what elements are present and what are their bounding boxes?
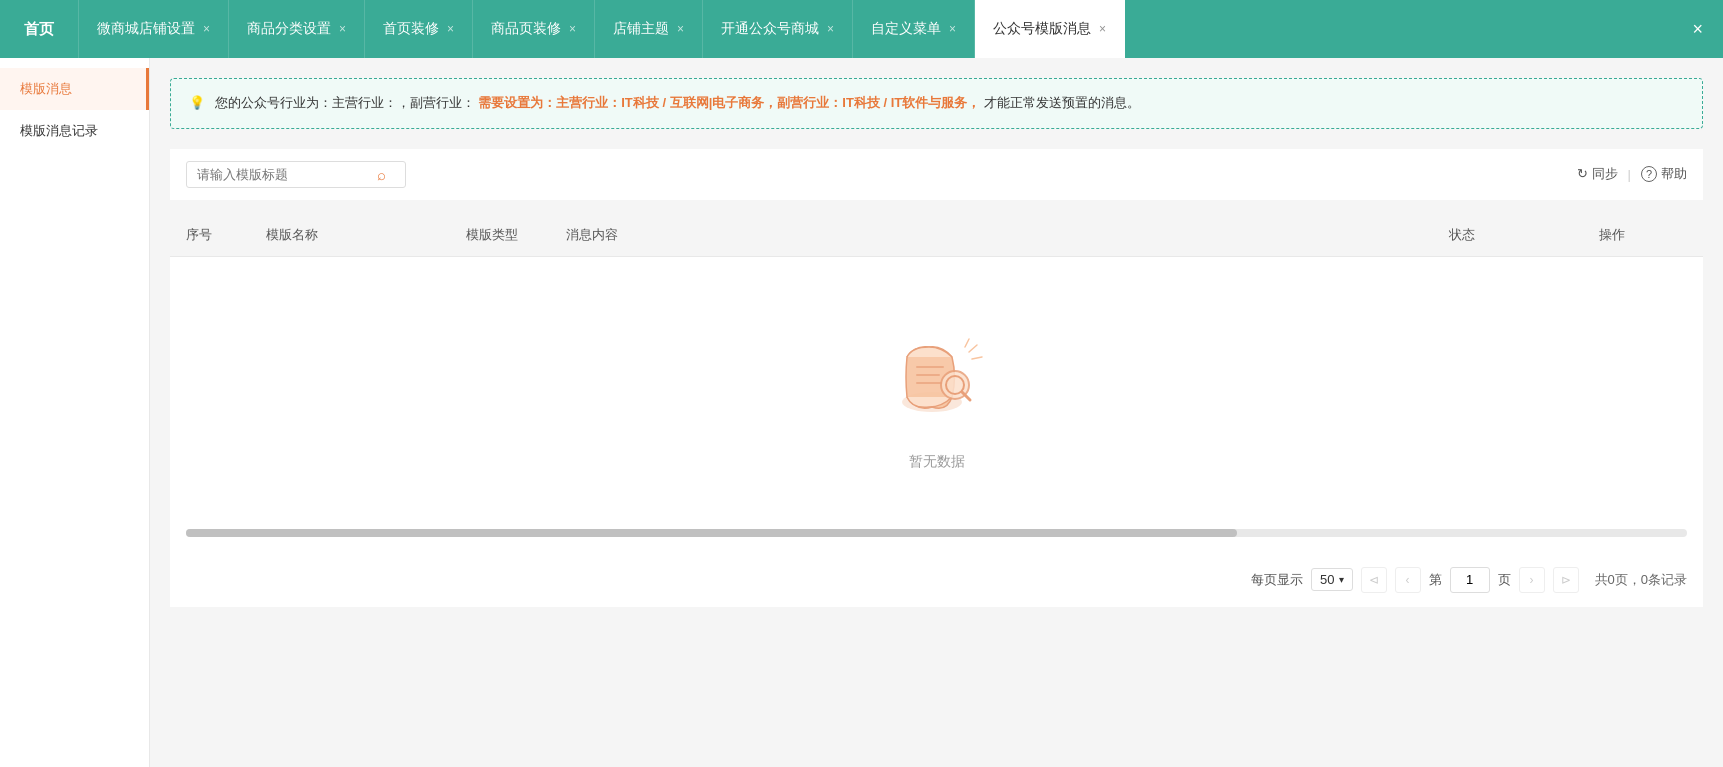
sync-icon: ↻ bbox=[1577, 166, 1588, 181]
search-icon[interactable]: ⌕ bbox=[377, 166, 386, 183]
chevron-down-icon: ▾ bbox=[1339, 574, 1344, 585]
nav-tab-close[interactable]: × bbox=[203, 22, 210, 36]
alert-icon: 💡 bbox=[189, 95, 205, 110]
scroll-track[interactable] bbox=[186, 529, 1687, 537]
nav-tab-template-msg[interactable]: 公众号模版消息 × bbox=[975, 0, 1125, 58]
sidebar: 模版消息 模版消息记录 bbox=[0, 58, 150, 767]
page-size-label: 每页显示 bbox=[1251, 571, 1303, 589]
next-page-button[interactable]: › bbox=[1519, 567, 1545, 593]
total-info: 共0页，0条记录 bbox=[1595, 571, 1687, 589]
col-header-content: 消息内容 bbox=[550, 214, 1433, 257]
first-page-button[interactable]: ⊲ bbox=[1361, 567, 1387, 593]
alert-suffix: 才能正常发送预置的消息。 bbox=[984, 95, 1140, 110]
close-all-icon: × bbox=[1692, 19, 1703, 40]
nav-tab-label: 微商城店铺设置 bbox=[97, 20, 195, 38]
page-suffix-label: 页 bbox=[1498, 571, 1511, 589]
alert-prefix: 您的公众号行业为：主营行业：，副营行业： bbox=[215, 95, 475, 110]
alert-box: 💡 您的公众号行业为：主营行业：，副营行业： 需要设置为：主营行业：IT科技 /… bbox=[170, 78, 1703, 129]
nav-tab-close[interactable]: × bbox=[1099, 22, 1106, 36]
scroll-container bbox=[170, 529, 1703, 553]
top-nav: 首页 微商城店铺设置 × 商品分类设置 × 首页装修 × 商品页装修 × 店铺主… bbox=[0, 0, 1723, 58]
col-header-type: 模版类型 bbox=[450, 214, 550, 257]
pagination: 每页显示 50 ▾ ⊲ ‹ 第 页 › ⊳ 共0页，0条记录 bbox=[170, 553, 1703, 607]
prev-page-button[interactable]: ‹ bbox=[1395, 567, 1421, 593]
svg-line-8 bbox=[972, 357, 982, 359]
data-table: 序号 模版名称 模版类型 消息内容 状态 操作 bbox=[170, 214, 1703, 257]
svg-line-7 bbox=[969, 345, 977, 352]
page-size-select[interactable]: 50 ▾ bbox=[1311, 568, 1352, 591]
nav-tab-shop-settings[interactable]: 微商城店铺设置 × bbox=[79, 0, 229, 58]
nav-tab-label: 商品分类设置 bbox=[247, 20, 331, 38]
svg-line-9 bbox=[965, 339, 969, 347]
toolbar: ⌕ ↻ 同步 | ? 帮助 bbox=[170, 149, 1703, 200]
nav-tab-close[interactable]: × bbox=[447, 22, 454, 36]
sync-label: 同步 bbox=[1592, 166, 1618, 181]
nav-tab-open-mall[interactable]: 开通公众号商城 × bbox=[703, 0, 853, 58]
sidebar-item-template-msg[interactable]: 模版消息 bbox=[0, 68, 149, 110]
main-content: 💡 您的公众号行业为：主营行业：，副营行业： 需要设置为：主营行业：IT科技 /… bbox=[150, 58, 1723, 767]
table-header-row: 序号 模版名称 模版类型 消息内容 状态 操作 bbox=[170, 214, 1703, 257]
col-header-name: 模版名称 bbox=[250, 214, 450, 257]
toolbar-divider: | bbox=[1628, 167, 1631, 182]
nav-tab-close[interactable]: × bbox=[827, 22, 834, 36]
nav-home[interactable]: 首页 bbox=[0, 0, 79, 58]
nav-tab-label: 店铺主题 bbox=[613, 20, 669, 38]
main-layout: 模版消息 模版消息记录 💡 您的公众号行业为：主营行业：，副营行业： 需要设置为… bbox=[0, 58, 1723, 767]
help-label: 帮助 bbox=[1661, 165, 1687, 183]
nav-tab-home-decor[interactable]: 首页装修 × bbox=[365, 0, 473, 58]
sidebar-item-label: 模版消息 bbox=[20, 81, 72, 96]
col-header-index: 序号 bbox=[170, 214, 250, 257]
empty-state: 暂无数据 bbox=[170, 257, 1703, 521]
nav-tab-category-settings[interactable]: 商品分类设置 × bbox=[229, 0, 365, 58]
nav-tab-shop-theme[interactable]: 店铺主题 × bbox=[595, 0, 703, 58]
nav-tab-close[interactable]: × bbox=[949, 22, 956, 36]
toolbar-right: ↻ 同步 | ? 帮助 bbox=[1577, 165, 1687, 183]
nav-tab-label: 开通公众号商城 bbox=[721, 20, 819, 38]
scroll-thumb bbox=[186, 529, 1237, 537]
nav-home-label: 首页 bbox=[24, 20, 54, 39]
sidebar-item-template-msg-log[interactable]: 模版消息记录 bbox=[0, 110, 149, 152]
nav-tab-close[interactable]: × bbox=[677, 22, 684, 36]
nav-tab-close[interactable]: × bbox=[339, 22, 346, 36]
nav-tab-custom-menu[interactable]: 自定义菜单 × bbox=[853, 0, 975, 58]
nav-tab-product-decor[interactable]: 商品页装修 × bbox=[473, 0, 595, 58]
nav-tab-label: 公众号模版消息 bbox=[993, 20, 1091, 38]
nav-tab-close[interactable]: × bbox=[569, 22, 576, 36]
page-number-input[interactable] bbox=[1450, 567, 1490, 593]
sidebar-item-label: 模版消息记录 bbox=[20, 123, 98, 138]
nav-tab-label: 首页装修 bbox=[383, 20, 439, 38]
table-wrap: 序号 模版名称 模版类型 消息内容 状态 操作 bbox=[170, 214, 1703, 607]
empty-icon bbox=[877, 317, 997, 437]
col-header-action: 操作 bbox=[1583, 214, 1703, 257]
alert-highlight: 需要设置为：主营行业：IT科技 / 互联网|电子商务，副营行业：IT科技 / I… bbox=[478, 95, 980, 110]
nav-tab-label: 商品页装修 bbox=[491, 20, 561, 38]
nav-close-all-button[interactable]: × bbox=[1672, 0, 1723, 58]
help-icon: ? bbox=[1641, 166, 1657, 182]
nav-tab-label: 自定义菜单 bbox=[871, 20, 941, 38]
empty-text: 暂无数据 bbox=[170, 453, 1703, 471]
help-button[interactable]: ? 帮助 bbox=[1641, 165, 1687, 183]
sync-button[interactable]: ↻ 同步 bbox=[1577, 165, 1618, 183]
search-input[interactable] bbox=[197, 167, 377, 182]
page-size-value: 50 bbox=[1320, 572, 1334, 587]
last-page-button[interactable]: ⊳ bbox=[1553, 567, 1579, 593]
search-wrap: ⌕ bbox=[186, 161, 406, 188]
page-prefix-label: 第 bbox=[1429, 571, 1442, 589]
col-header-status: 状态 bbox=[1433, 214, 1583, 257]
